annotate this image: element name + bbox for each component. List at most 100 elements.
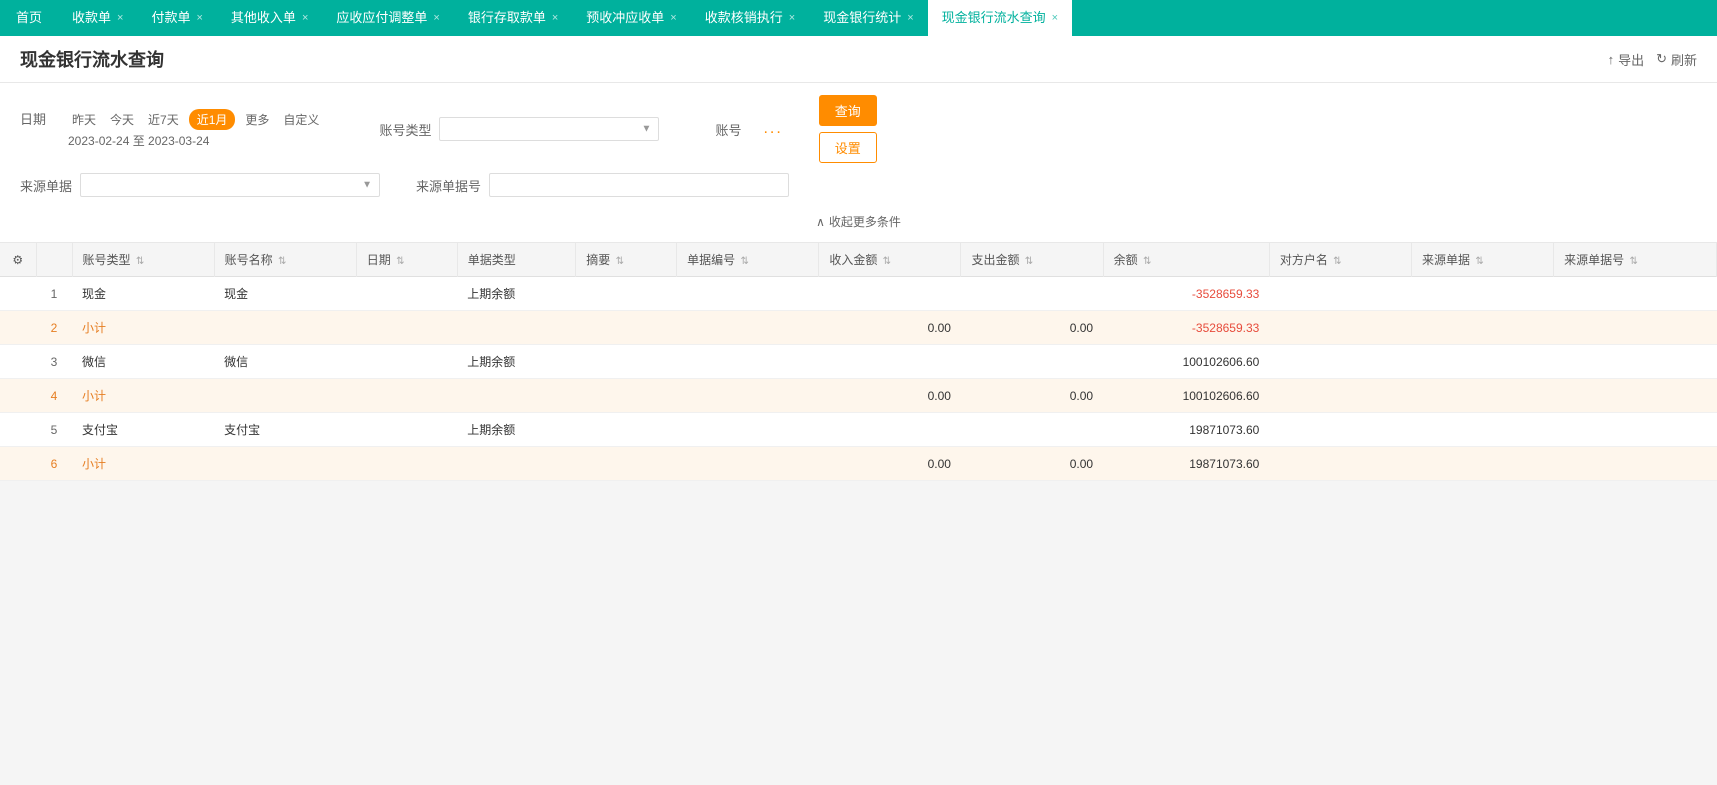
td-counterparty: [1269, 345, 1411, 379]
th-doc-type: 单据类型: [457, 243, 576, 277]
table-row: 5 支付宝 支付宝 上期余额 19871073.60: [0, 413, 1717, 447]
td-source-doc-no: [1554, 277, 1717, 311]
td-account-name: [214, 379, 356, 413]
refresh-icon: ↻: [1656, 51, 1667, 67]
source-doc-label: 来源单据: [20, 176, 72, 195]
td-balance: -3528659.33: [1103, 311, 1269, 345]
th-counterparty[interactable]: 对方户名 ⇅: [1269, 243, 1411, 277]
th-balance[interactable]: 余额 ⇅: [1103, 243, 1269, 277]
filter-area: 日期 昨天 今天 近7天 近1月 更多 自定义 2023-02-24 至 202…: [0, 83, 1717, 243]
td-summary: [576, 345, 677, 379]
td-account-name: [214, 447, 356, 481]
td-account-name: 支付宝: [214, 413, 356, 447]
refresh-button[interactable]: ↻ 刷新: [1656, 50, 1697, 69]
td-num: 4: [36, 379, 72, 413]
th-doc-no[interactable]: 单据编号 ⇅: [677, 243, 819, 277]
th-summary[interactable]: 摘要 ⇅: [576, 243, 677, 277]
close-ar-icon[interactable]: ×: [433, 0, 439, 36]
source-doc-no-label: 来源单据号: [416, 176, 481, 195]
close-receipt-icon[interactable]: ×: [117, 0, 123, 36]
date-label: 日期: [20, 109, 60, 128]
td-expense: 0.00: [961, 447, 1103, 481]
nav-home[interactable]: 首页: [0, 0, 58, 36]
page-title: 现金银行流水查询: [20, 46, 164, 72]
td-source-doc: [1411, 379, 1553, 413]
date-custom[interactable]: 自定义: [279, 109, 323, 130]
gear-icon[interactable]: ⚙: [12, 253, 23, 267]
chevron-up-icon: ∧: [816, 215, 825, 229]
th-source-doc[interactable]: 来源单据 ⇅: [1411, 243, 1553, 277]
nav-receipt[interactable]: 收款单 ×: [58, 0, 137, 36]
td-doc-no: [677, 379, 819, 413]
td-doc-no: [677, 447, 819, 481]
td-summary: [576, 447, 677, 481]
date-today[interactable]: 今天: [106, 109, 138, 130]
source-doc-select[interactable]: [80, 173, 380, 197]
close-bank-deposit-icon[interactable]: ×: [552, 0, 558, 36]
close-verify-icon[interactable]: ×: [789, 0, 795, 36]
filter-row-1: 日期 昨天 今天 近7天 近1月 更多 自定义 2023-02-24 至 202…: [20, 95, 1697, 163]
td-balance: 19871073.60: [1103, 413, 1269, 447]
td-balance: 19871073.60: [1103, 447, 1269, 481]
th-date[interactable]: 日期 ⇅: [356, 243, 457, 277]
query-button[interactable]: 查询: [819, 95, 877, 126]
nav-prepay-offset[interactable]: 预收冲应收单 ×: [572, 0, 690, 36]
header-actions: ↑ 导出 ↻ 刷新: [1608, 50, 1697, 69]
nav-cash-bank-flow[interactable]: 现金银行流水查询 ×: [928, 0, 1072, 36]
th-num: [36, 243, 72, 277]
account-type-label: 账号类型: [379, 120, 431, 139]
td-num: 5: [36, 413, 72, 447]
th-expense[interactable]: 支出金额 ⇅: [961, 243, 1103, 277]
account-no-label: 账号: [715, 120, 755, 139]
close-payment-icon[interactable]: ×: [196, 0, 202, 36]
td-expense: 0.00: [961, 379, 1103, 413]
close-flow-icon[interactable]: ×: [1052, 0, 1058, 36]
td-doc-type: 上期余额: [457, 413, 576, 447]
td-income: 0.00: [819, 311, 961, 345]
date-more[interactable]: 更多: [241, 109, 273, 130]
close-stat-icon[interactable]: ×: [907, 0, 913, 36]
th-source-doc-no[interactable]: 来源单据号 ⇅: [1554, 243, 1717, 277]
td-account-type: 现金: [72, 277, 214, 311]
td-account-type: 支付宝: [72, 413, 214, 447]
td-num: 6: [36, 447, 72, 481]
td-counterparty: [1269, 277, 1411, 311]
close-prepay-icon[interactable]: ×: [670, 0, 676, 36]
td-doc-no: [677, 277, 819, 311]
account-type-select[interactable]: [439, 117, 659, 141]
collapse-button[interactable]: ∧ 收起更多条件: [20, 207, 1697, 230]
th-account-type[interactable]: 账号类型 ⇅: [72, 243, 214, 277]
account-no-dots[interactable]: ...: [763, 120, 782, 138]
td-balance: -3528659.33: [1103, 277, 1269, 311]
source-doc-no-input[interactable]: [489, 173, 789, 197]
top-nav: 首页 收款单 × 付款单 × 其他收入单 × 应收应付调整单 × 银行存取款单 …: [0, 0, 1717, 36]
th-settings[interactable]: ⚙: [0, 243, 36, 277]
td-doc-no: [677, 311, 819, 345]
table-row: 2 小计 0.00 0.00 -3528659.33: [0, 311, 1717, 345]
close-other-income-icon[interactable]: ×: [302, 0, 308, 36]
nav-payment[interactable]: 付款单 ×: [137, 0, 216, 36]
td-source-doc: [1411, 277, 1553, 311]
settings-button[interactable]: 设置: [819, 132, 877, 163]
nav-receipt-verify[interactable]: 收款核销执行 ×: [691, 0, 809, 36]
th-income[interactable]: 收入金额 ⇅: [819, 243, 961, 277]
td-balance: 100102606.60: [1103, 345, 1269, 379]
table-row: 1 现金 现金 上期余额 -3528659.33: [0, 277, 1717, 311]
date-yesterday[interactable]: 昨天: [68, 109, 100, 130]
nav-ar-adjustment[interactable]: 应收应付调整单 ×: [322, 0, 453, 36]
td-account-type: 小计: [72, 447, 214, 481]
nav-cash-bank-stat[interactable]: 现金银行统计 ×: [809, 0, 927, 36]
nav-bank-deposit[interactable]: 银行存取款单 ×: [454, 0, 572, 36]
td-settings: [0, 345, 36, 379]
date-7days[interactable]: 近7天: [144, 109, 183, 130]
date-1month[interactable]: 近1月: [189, 109, 236, 130]
td-account-name: 现金: [214, 277, 356, 311]
th-account-name[interactable]: 账号名称 ⇅: [214, 243, 356, 277]
td-summary: [576, 311, 677, 345]
date-shortcuts: 昨天 今天 近7天 近1月 更多 自定义: [68, 109, 323, 130]
td-num: 3: [36, 345, 72, 379]
nav-other-income[interactable]: 其他收入单 ×: [217, 0, 322, 36]
td-source-doc-no: [1554, 447, 1717, 481]
export-button[interactable]: ↑ 导出: [1608, 50, 1645, 69]
table-header-row: ⚙ 账号类型 ⇅ 账号名称 ⇅ 日期 ⇅ 单据类型 摘要 ⇅ 单据编号 ⇅ 收入…: [0, 243, 1717, 277]
